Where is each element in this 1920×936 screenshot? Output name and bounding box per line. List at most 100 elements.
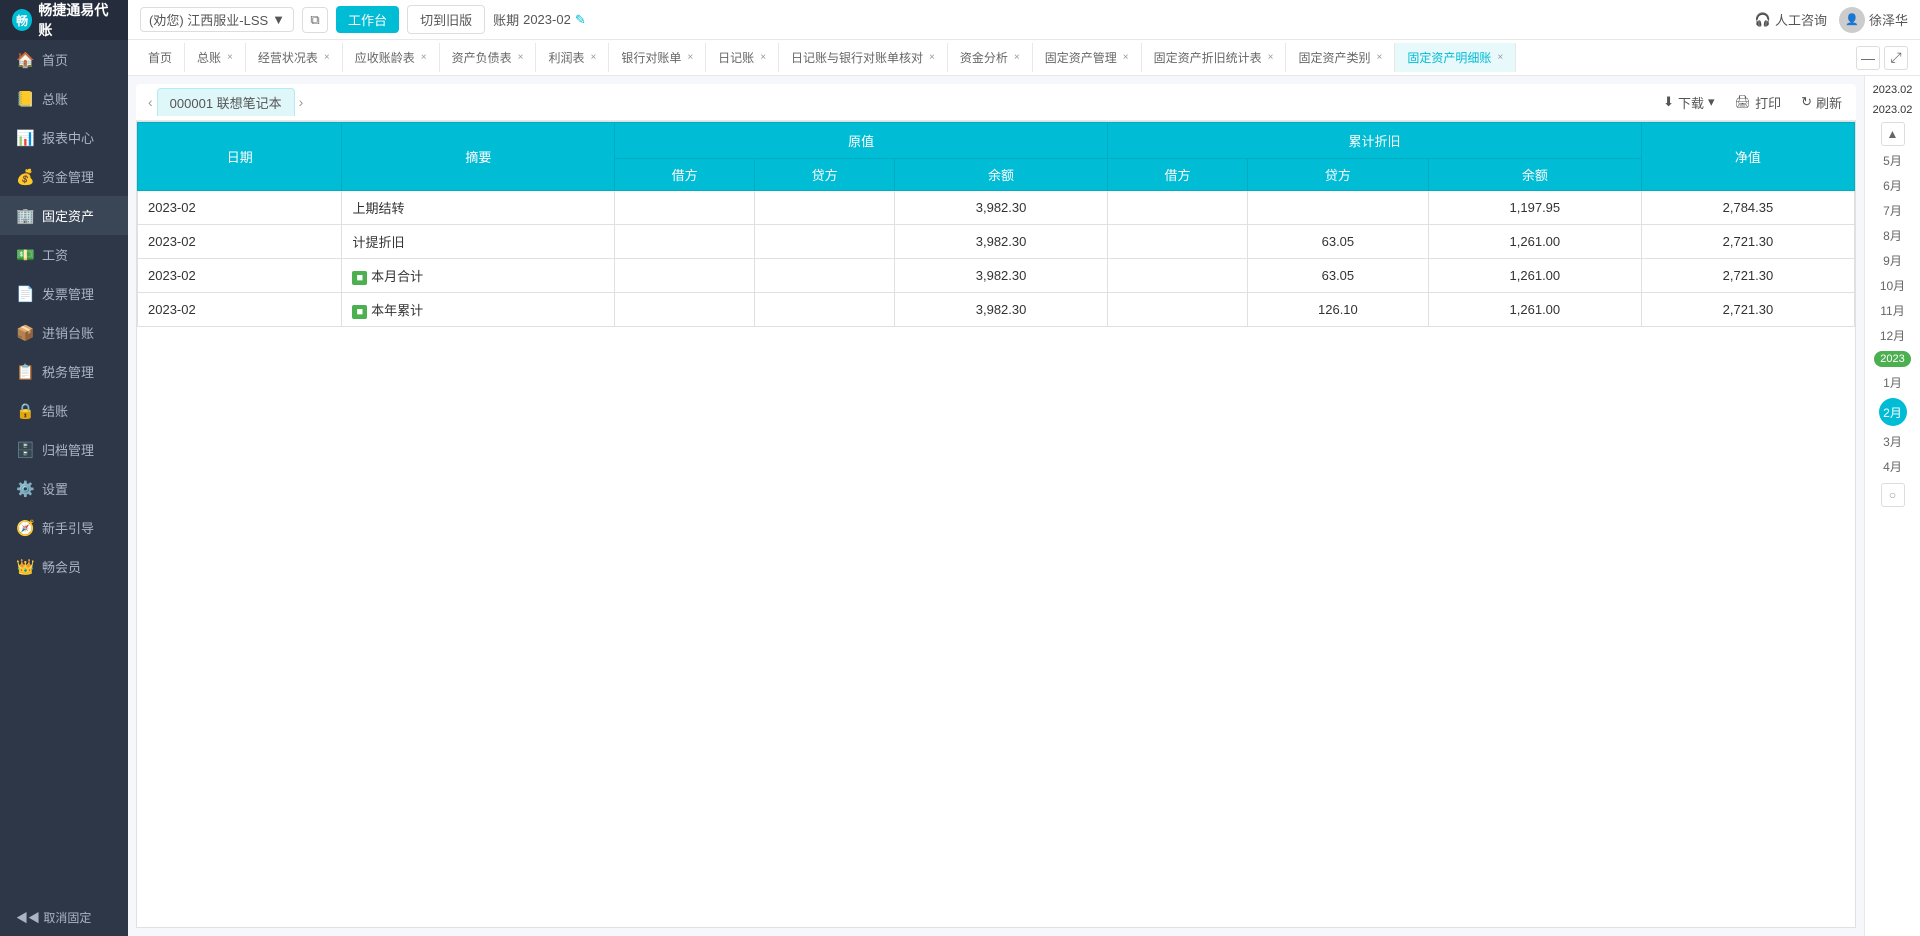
timeline-month-11[interactable]: 11月 bbox=[1865, 298, 1920, 323]
sub-nav-actions: ⬇ 下载 ▾ 🖨 打印 ↻ 刷新 bbox=[1657, 91, 1848, 114]
sidebar-item-payroll[interactable]: 💵 工资 bbox=[0, 235, 128, 274]
tab-journal-close[interactable]: × bbox=[760, 52, 766, 63]
sidebar-item-closing[interactable]: 🔒 结账 bbox=[0, 391, 128, 430]
cell-orig-credit bbox=[755, 259, 895, 293]
sidebar-item-home[interactable]: 🏠 首页 bbox=[0, 40, 128, 79]
tab-asset-mgmt-close[interactable]: × bbox=[1123, 52, 1129, 63]
col-orig-value: 原值 bbox=[615, 123, 1108, 159]
user-avatar[interactable]: 👤 徐泽华 bbox=[1839, 7, 1908, 33]
tab-operations-label: 经营状况表 bbox=[258, 49, 318, 66]
refresh-btn[interactable]: ↻ 刷新 bbox=[1795, 91, 1848, 114]
sidebar-item-archive[interactable]: 🗄️ 归档管理 bbox=[0, 430, 128, 469]
tab-receivable[interactable]: 应收账龄表 × bbox=[343, 43, 440, 72]
download-btn[interactable]: ⬇ 下载 ▾ bbox=[1657, 91, 1720, 114]
tab-ledger-close[interactable]: × bbox=[227, 52, 233, 63]
timeline-month-8[interactable]: 8月 bbox=[1865, 223, 1920, 248]
timeline-scroll-down[interactable]: ○ bbox=[1881, 483, 1905, 507]
tab-ledger[interactable]: 总账 × bbox=[185, 43, 246, 72]
tab-reconcile-close[interactable]: × bbox=[929, 52, 935, 63]
tab-asset-category[interactable]: 固定资产类别 × bbox=[1286, 43, 1395, 72]
tab-profit-close[interactable]: × bbox=[590, 52, 596, 63]
print-icon: 🖨 bbox=[1735, 94, 1752, 110]
next-arrow[interactable]: › bbox=[295, 94, 308, 110]
sidebar-item-settings[interactable]: ⚙️ 设置 bbox=[0, 469, 128, 508]
table-row: 2023-02 ■本月合计 3,982.30 63.05 1,261.00 2,… bbox=[138, 259, 1855, 293]
sidebar-label-closing: 结账 bbox=[42, 401, 68, 420]
timeline-month-12[interactable]: 12月 bbox=[1865, 323, 1920, 348]
tab-dep-stat-close[interactable]: × bbox=[1268, 52, 1274, 63]
human-service[interactable]: 🎧 人工咨询 bbox=[1755, 10, 1827, 29]
tab-depreciation-stat[interactable]: 固定资产折旧统计表 × bbox=[1142, 43, 1287, 72]
worktable-button[interactable]: 工作台 bbox=[336, 6, 399, 33]
cell-orig-debit bbox=[615, 225, 755, 259]
timeline-month-10[interactable]: 10月 bbox=[1865, 273, 1920, 298]
col-acc-dep: 累计折旧 bbox=[1108, 123, 1642, 159]
cell-date: 2023-02 bbox=[138, 225, 342, 259]
sidebar-label-payroll: 工资 bbox=[42, 245, 68, 264]
sidebar-label-settings: 设置 bbox=[42, 479, 68, 498]
print-label: 打印 bbox=[1755, 93, 1781, 112]
fixed-assets-icon: 🏢 bbox=[16, 207, 34, 225]
tab-operations[interactable]: 经营状况表 × bbox=[246, 43, 343, 72]
switch-version-button[interactable]: 切到旧版 bbox=[407, 5, 485, 34]
cell-dep-debit bbox=[1108, 191, 1248, 225]
tab-fund-analysis[interactable]: 资金分析 × bbox=[948, 43, 1033, 72]
data-table-wrapper: 日期 摘要 原值 累计折旧 净值 借方 贷方 余额 借方 贷方 余额 bbox=[136, 121, 1856, 928]
content-area: ‹ 000001 联想笔记本 › ⬇ 下载 ▾ 🖨 打印 bbox=[128, 76, 1920, 936]
cell-dep-debit bbox=[1108, 259, 1248, 293]
company-selector[interactable]: (劝您) 江西服业-LSS ▼ bbox=[140, 7, 294, 32]
tab-asset-detail[interactable]: 固定资产明细账 × bbox=[1395, 43, 1516, 72]
period-edit-icon[interactable]: ✎ bbox=[575, 12, 586, 28]
cell-summary: 计提折旧 bbox=[342, 225, 615, 259]
tab-receivable-close[interactable]: × bbox=[421, 52, 427, 63]
asset-tab[interactable]: 000001 联想笔记本 bbox=[157, 88, 295, 116]
tab-bank-statement[interactable]: 银行对账单 × bbox=[609, 43, 706, 72]
cell-orig-balance: 3,982.30 bbox=[895, 225, 1108, 259]
cell-orig-debit bbox=[615, 259, 755, 293]
timeline-month-4[interactable]: 4月 bbox=[1865, 454, 1920, 479]
sidebar-item-funds[interactable]: 💰 资金管理 bbox=[0, 157, 128, 196]
copy-button[interactable]: ⧉ bbox=[302, 7, 328, 33]
tab-home[interactable]: 首页 bbox=[136, 43, 185, 72]
tab-operations-close[interactable]: × bbox=[324, 52, 330, 63]
timeline-month-5[interactable]: 5月 bbox=[1865, 148, 1920, 173]
guide-icon: 🧭 bbox=[16, 519, 34, 537]
cell-net-value: 2,721.30 bbox=[1641, 259, 1854, 293]
sidebar-item-reports[interactable]: 📊 报表中心 bbox=[0, 118, 128, 157]
sidebar-item-guide[interactable]: 🧭 新手引导 bbox=[0, 508, 128, 547]
cell-dep-credit bbox=[1247, 191, 1428, 225]
tab-detail-close[interactable]: × bbox=[1497, 52, 1503, 63]
tab-balance-close[interactable]: × bbox=[518, 52, 524, 63]
sidebar-item-fixed-assets[interactable]: 🏢 固定资产 bbox=[0, 196, 128, 235]
tab-expand-btn[interactable]: ⤢ bbox=[1884, 46, 1908, 70]
tab-fund-close[interactable]: × bbox=[1014, 52, 1020, 63]
print-btn[interactable]: 🖨 打印 bbox=[1729, 91, 1788, 114]
timeline-month-3[interactable]: 3月 bbox=[1865, 429, 1920, 454]
timeline-month-1[interactable]: 1月 bbox=[1865, 370, 1920, 395]
sidebar-collapse-btn[interactable]: ◀◀ 取消固定 bbox=[0, 899, 128, 936]
tab-balance-sheet[interactable]: 资产负债表 × bbox=[440, 43, 537, 72]
timeline-month-6[interactable]: 6月 bbox=[1865, 173, 1920, 198]
cell-orig-credit bbox=[755, 225, 895, 259]
human-service-label: 人工咨询 bbox=[1775, 10, 1827, 29]
col-dep-debit: 借方 bbox=[1108, 159, 1248, 191]
sidebar-item-tax[interactable]: 📋 税务管理 bbox=[0, 352, 128, 391]
timeline-month-2-active[interactable]: 2月 bbox=[1879, 398, 1907, 426]
tab-asset-mgmt[interactable]: 固定资产管理 × bbox=[1033, 43, 1142, 72]
timeline-month-7[interactable]: 7月 bbox=[1865, 198, 1920, 223]
sidebar-item-member[interactable]: 👑 畅会员 bbox=[0, 547, 128, 586]
cell-dep-credit: 63.05 bbox=[1247, 225, 1428, 259]
sidebar-item-invoice[interactable]: 📄 发票管理 bbox=[0, 274, 128, 313]
sidebar-item-ledger[interactable]: 📒 总账 bbox=[0, 79, 128, 118]
timeline-month-9[interactable]: 9月 bbox=[1865, 248, 1920, 273]
company-name: (劝您) 江西服业-LSS bbox=[149, 10, 268, 29]
tab-bank-close[interactable]: × bbox=[687, 52, 693, 63]
tab-minimize-btn[interactable]: — bbox=[1856, 46, 1880, 70]
timeline-scroll-up[interactable]: ▲ bbox=[1881, 122, 1905, 146]
tab-category-close[interactable]: × bbox=[1376, 52, 1382, 63]
sidebar-item-sales[interactable]: 📦 进销台账 bbox=[0, 313, 128, 352]
prev-arrow[interactable]: ‹ bbox=[144, 94, 157, 110]
tab-profit[interactable]: 利润表 × bbox=[536, 43, 609, 72]
tab-reconcile[interactable]: 日记账与银行对账单核对 × bbox=[779, 43, 948, 72]
tab-journal[interactable]: 日记账 × bbox=[706, 43, 779, 72]
